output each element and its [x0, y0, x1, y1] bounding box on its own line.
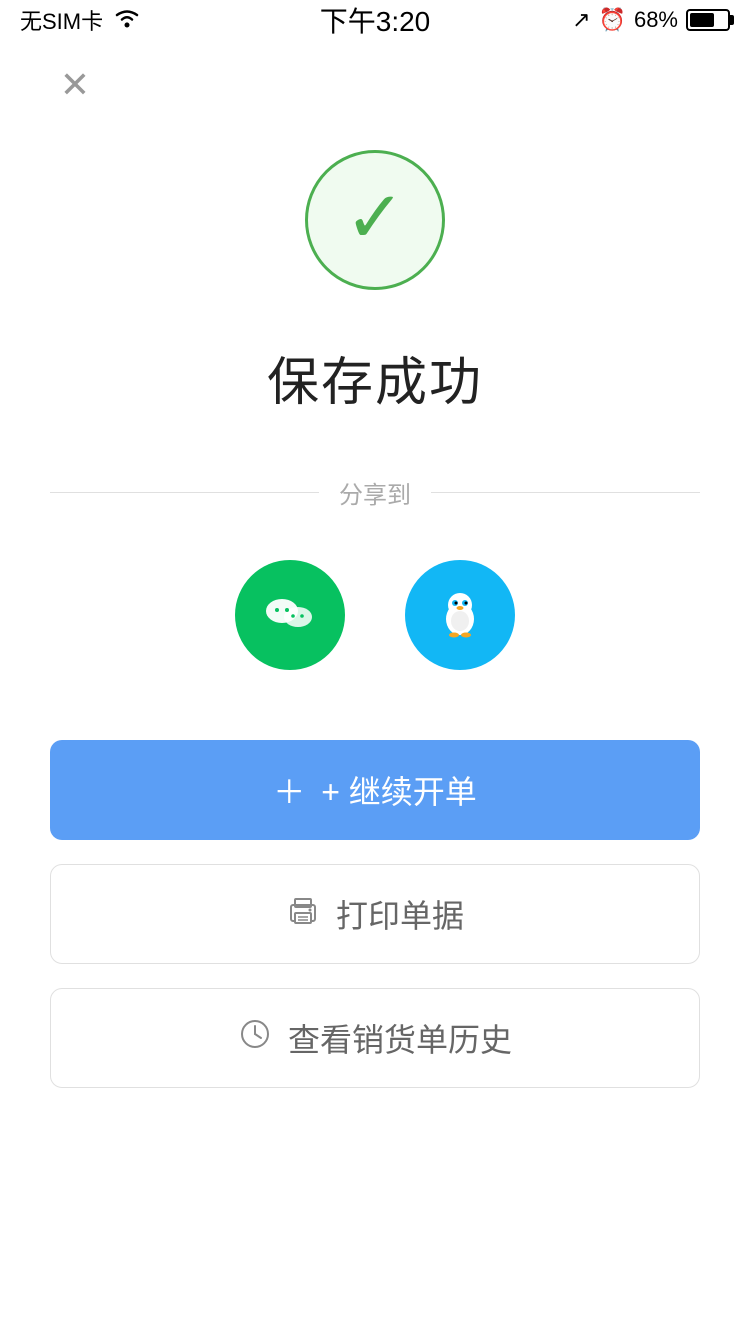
history-label: 查看销货单历史	[288, 1015, 512, 1061]
status-time: 下午3:20	[320, 0, 431, 40]
carrier-text: 无SIM卡	[20, 4, 103, 36]
print-button[interactable]: 打印单据	[50, 864, 700, 964]
success-circle: ✓	[305, 150, 445, 290]
location-icon: ↗	[572, 7, 590, 33]
plus-icon: ＋	[273, 767, 305, 813]
share-icons	[235, 560, 515, 670]
battery-percent: 68%	[634, 7, 678, 33]
status-right: ↗ ⏰ 68%	[572, 7, 730, 33]
divider-right	[431, 492, 700, 493]
success-title: 保存成功	[267, 340, 483, 415]
clock-icon	[238, 1017, 272, 1059]
wifi-icon	[113, 6, 141, 34]
qq-share-button[interactable]	[405, 560, 515, 670]
wechat-icon	[260, 585, 320, 645]
print-label: 打印单据	[336, 891, 464, 937]
wechat-share-button[interactable]	[235, 560, 345, 670]
action-buttons: ＋ + 继续开单 打印单据	[50, 740, 700, 1088]
share-label: 分享到	[339, 475, 411, 510]
history-button[interactable]: 查看销货单历史	[50, 988, 700, 1088]
checkmark-icon: ✓	[345, 182, 405, 254]
share-divider: 分享到	[50, 475, 700, 510]
continue-button[interactable]: ＋ + 继续开单	[50, 740, 700, 840]
qq-icon	[430, 585, 490, 645]
printer-icon	[286, 893, 320, 935]
close-button[interactable]: ✕	[50, 60, 100, 110]
close-icon: ✕	[60, 67, 90, 103]
status-bar: 无SIM卡 下午3:20 ↗ ⏰ 68%	[0, 0, 750, 40]
continue-label: + 继续开单	[321, 767, 477, 813]
divider-left	[50, 492, 319, 493]
status-left: 无SIM卡	[20, 4, 141, 36]
battery-icon	[686, 9, 730, 31]
alarm-icon: ⏰	[599, 7, 626, 33]
main-content: ✕ ✓ 保存成功 分享到	[0, 40, 750, 1334]
